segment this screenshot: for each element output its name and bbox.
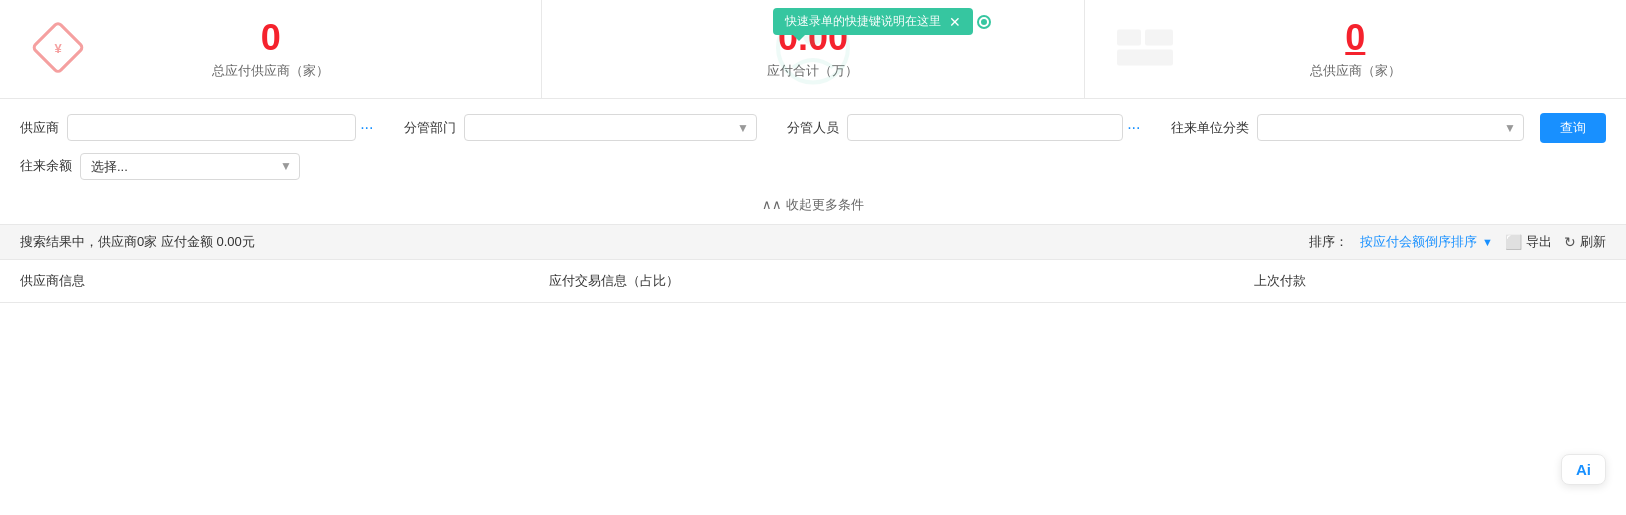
svg-rect-6 (1117, 49, 1173, 65)
sort-select[interactable]: 按应付会额倒序排序 (1360, 234, 1493, 249)
summary-bar: ¥ 0 总应付供应商（家） 快速录单的快捷键说明在这里 ✕ 0.00 应付合计（… (0, 0, 1626, 99)
sort-select-wrap: 按应付会额倒序排序 ▼ (1360, 234, 1493, 249)
dept-select-wrap: ▼ (464, 114, 758, 141)
card1-content: 0 总应付供应商（家） (212, 18, 329, 80)
unit-select-wrap: ▼ (1257, 114, 1525, 141)
dept-select[interactable] (464, 114, 758, 141)
filter-person: 分管人员 ··· (787, 114, 1141, 141)
table-col-supplier-info: 供应商信息 (20, 272, 549, 290)
collapse-row: ∧∧ 收起更多条件 (20, 190, 1606, 224)
supplier-dots-btn[interactable]: ··· (360, 119, 373, 137)
person-input-wrap (847, 114, 1123, 141)
refresh-button[interactable]: ↻ 刷新 (1564, 233, 1606, 251)
svg-text:¥: ¥ (54, 40, 62, 55)
summary-card-suppliers: ¥ 0 总应付供应商（家） (0, 0, 542, 98)
filter-unit: 往来单位分类 ▼ (1171, 114, 1525, 141)
tooltip-text: 快速录单的快捷键说明在这里 (785, 13, 941, 30)
supplier-label: 供应商 (20, 119, 59, 137)
refresh-icon: ↻ (1564, 234, 1576, 250)
supplier-input[interactable] (67, 114, 356, 141)
collapse-label: 收起更多条件 (786, 196, 864, 214)
card3-label: 总供应商（家） (1310, 62, 1401, 80)
unit-label: 往来单位分类 (1171, 119, 1249, 137)
balance-select-wrap: 选择... ▼ (80, 153, 300, 180)
export-icon: ⬜ (1505, 234, 1522, 250)
refresh-label: 刷新 (1580, 233, 1606, 251)
table-col-transaction-info: 应付交易信息（占比） (549, 272, 1254, 290)
filter-section: 供应商 ··· 分管部门 ▼ 分管人员 ··· (0, 99, 1626, 225)
summary-card-total: 快速录单的快捷键说明在这里 ✕ 0.00 应付合计（万） (542, 0, 1084, 98)
svg-rect-4 (1117, 29, 1141, 45)
table-header: 供应商信息 应付交易信息（占比） 上次付款 (0, 260, 1626, 303)
card1-label: 总应付供应商（家） (212, 62, 329, 80)
balance-select[interactable]: 选择... (80, 153, 300, 180)
filter-supplier: 供应商 ··· (20, 114, 374, 141)
result-bar: 搜索结果中，供应商0家 应付金额 0.00元 排序： 按应付会额倒序排序 ▼ ⬜… (0, 225, 1626, 260)
diamond-icon-area: ¥ (30, 19, 86, 78)
query-button[interactable]: 查询 (1540, 113, 1606, 143)
table-body (0, 303, 1626, 515)
card3-number: 0 (1345, 18, 1365, 58)
export-label: 导出 (1526, 233, 1552, 251)
person-dots-btn[interactable]: ··· (1127, 119, 1140, 137)
sort-label: 排序： (1309, 233, 1348, 251)
supplier-input-wrap (67, 114, 356, 141)
person-input[interactable] (847, 114, 1123, 141)
filter-row-1: 供应商 ··· 分管部门 ▼ 分管人员 ··· (20, 113, 1606, 143)
card2-label: 应付合计（万） (767, 62, 858, 80)
balance-label: 往来余额 (20, 157, 72, 175)
dept-label: 分管部门 (404, 119, 456, 137)
card1-number: 0 (261, 18, 281, 58)
export-button[interactable]: ⬜ 导出 (1505, 233, 1552, 251)
tooltip-dot (979, 17, 989, 27)
result-info: 搜索结果中，供应商0家 应付金额 0.00元 (20, 233, 255, 251)
filter-row-2: 往来余额 选择... ▼ (20, 153, 1606, 180)
tooltip-bubble: 快速录单的快捷键说明在这里 ✕ (773, 8, 973, 35)
ai-badge[interactable]: Ai (1561, 454, 1606, 485)
table-col-last-payment: 上次付款 (1254, 272, 1606, 290)
svg-rect-5 (1145, 29, 1173, 45)
summary-card-total-suppliers: 0 总供应商（家） (1085, 0, 1626, 98)
person-label: 分管人员 (787, 119, 839, 137)
filter-dept: 分管部门 ▼ (404, 114, 758, 141)
result-actions: 排序： 按应付会额倒序排序 ▼ ⬜ 导出 ↻ 刷新 (1309, 233, 1606, 251)
card3-content: 0 总供应商（家） (1310, 18, 1401, 80)
tooltip-close-icon[interactable]: ✕ (949, 15, 961, 29)
collapse-up-icon: ∧∧ (762, 197, 782, 212)
collapse-button[interactable]: ∧∧ 收起更多条件 (762, 196, 864, 214)
filter-balance: 往来余额 选择... ▼ (20, 153, 300, 180)
unit-select[interactable] (1257, 114, 1525, 141)
